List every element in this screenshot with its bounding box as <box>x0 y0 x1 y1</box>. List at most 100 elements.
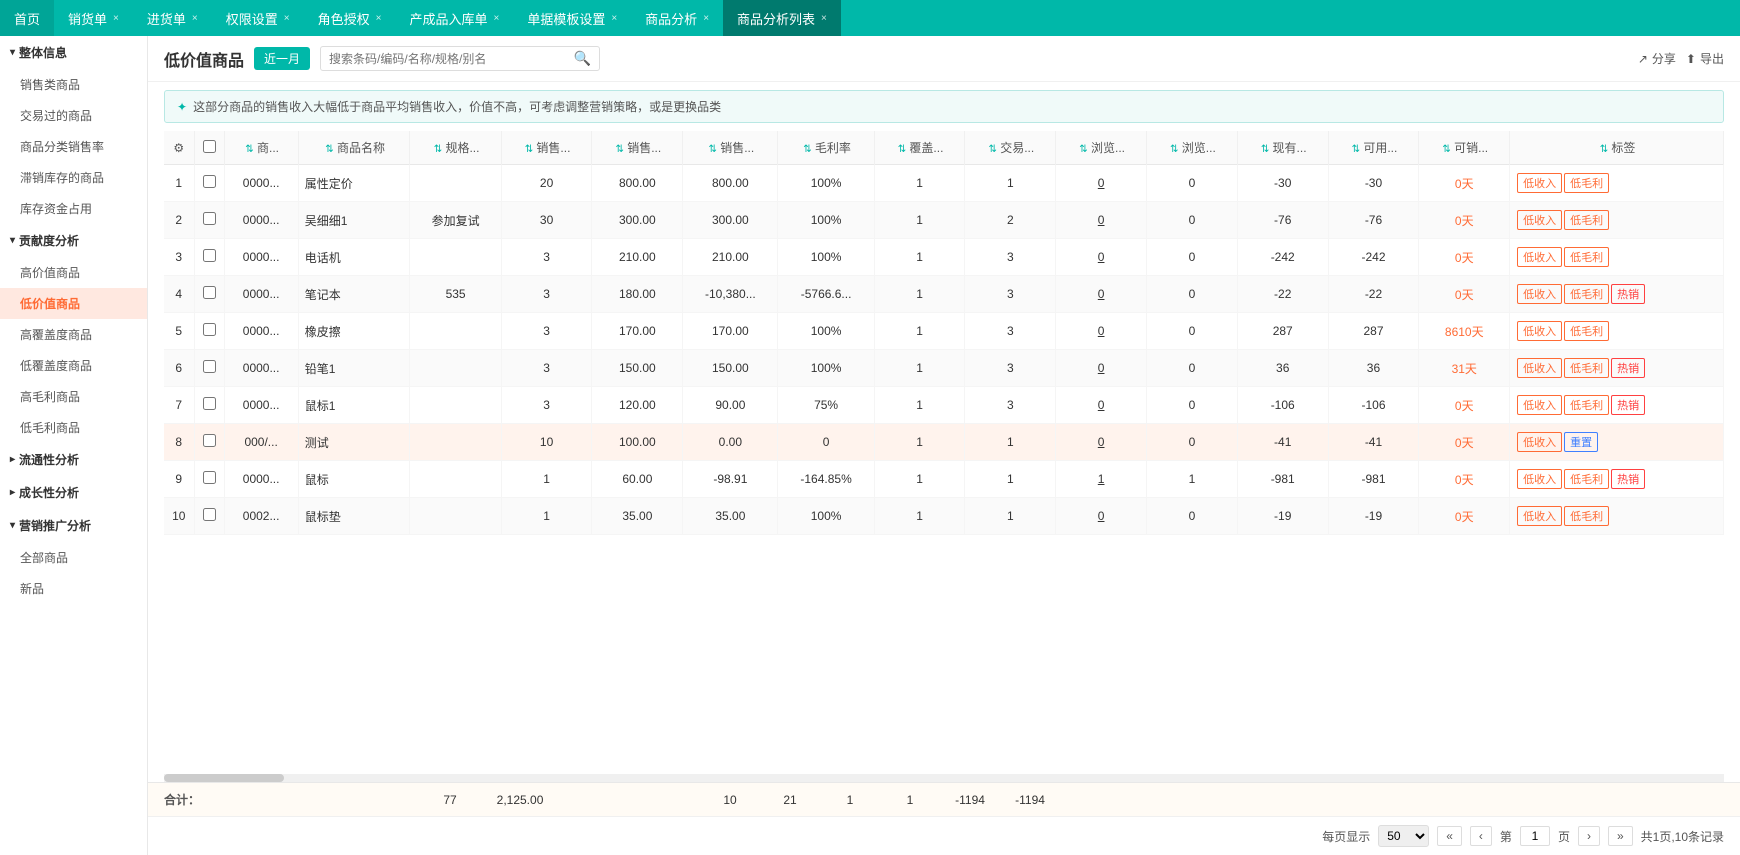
page-number-input[interactable] <box>1520 826 1550 846</box>
browse-link[interactable]: 0 <box>1098 287 1105 301</box>
col-browse2[interactable]: ⇅ 浏览... <box>1147 131 1238 165</box>
col-price[interactable]: ⇅ 销售... <box>592 131 683 165</box>
col-coverage[interactable]: ⇅ 覆盖... <box>874 131 965 165</box>
browse-link[interactable]: 0 <box>1098 509 1105 523</box>
sidebar-group-circulation[interactable]: ▸ 流通性分析 <box>0 443 147 476</box>
col-gross[interactable]: ⇅ 毛利率 <box>778 131 874 165</box>
nav-home[interactable]: 首页 <box>0 0 54 36</box>
col-name[interactable]: ⇅ 商品名称 <box>298 131 410 165</box>
close-icon[interactable]: × <box>284 13 290 24</box>
sidebar-item-traded-products[interactable]: 交易过的商品 <box>0 100 147 131</box>
nav-product-analysis[interactable]: 商品分析 × <box>631 0 723 36</box>
per-page-select[interactable]: 50 100 <box>1378 825 1429 847</box>
cell-check[interactable] <box>194 239 224 276</box>
browse-link[interactable]: 0 <box>1098 213 1105 227</box>
col-tags[interactable]: ⇅ 标签 <box>1510 131 1724 165</box>
nav-role-auth[interactable]: 角色授权 × <box>304 0 396 36</box>
export-button[interactable]: ⬆ 导出 <box>1686 50 1724 67</box>
sidebar-item-low-coverage[interactable]: 低覆盖度商品 <box>0 350 147 381</box>
last-page-button[interactable]: » <box>1608 826 1633 846</box>
close-icon[interactable]: × <box>611 13 617 24</box>
cell-browse1[interactable]: 0 <box>1056 276 1147 313</box>
cell-browse1[interactable]: 0 <box>1056 165 1147 202</box>
cell-check[interactable] <box>194 276 224 313</box>
col-stock1[interactable]: ⇅ 现有... <box>1237 131 1328 165</box>
sidebar-item-high-value[interactable]: 高价值商品 <box>0 257 147 288</box>
sidebar-collapse-button[interactable]: « <box>147 86 148 126</box>
col-trade[interactable]: ⇅ 交易... <box>965 131 1056 165</box>
browse-link[interactable]: 0 <box>1098 250 1105 264</box>
sidebar-group-overall[interactable]: ▾ 整体信息 <box>0 36 147 69</box>
cell-browse1[interactable]: 0 <box>1056 424 1147 461</box>
browse-link[interactable]: 0 <box>1098 324 1105 338</box>
cell-browse1[interactable]: 0 <box>1056 313 1147 350</box>
cell-browse1[interactable]: 0 <box>1056 239 1147 276</box>
nav-sales-order[interactable]: 销货单 × <box>54 0 133 36</box>
period-button[interactable]: 近一月 <box>254 47 310 70</box>
sidebar-item-high-margin[interactable]: 高毛利商品 <box>0 381 147 412</box>
horizontal-scrollbar[interactable] <box>164 774 1724 782</box>
sidebar-item-all-products[interactable]: 全部商品 <box>0 542 147 573</box>
row-checkbox[interactable] <box>203 249 216 262</box>
prev-page-button[interactable]: ‹ <box>1470 826 1492 846</box>
sidebar-group-growth[interactable]: ▸ 成长性分析 <box>0 476 147 509</box>
close-icon[interactable]: × <box>113 13 119 24</box>
cell-check[interactable] <box>194 350 224 387</box>
row-checkbox[interactable] <box>203 286 216 299</box>
row-checkbox[interactable] <box>203 434 216 447</box>
nav-permission[interactable]: 权限设置 × <box>212 0 304 36</box>
row-checkbox[interactable] <box>203 323 216 336</box>
browse-link[interactable]: 1 <box>1098 472 1105 486</box>
sidebar-group-marketing[interactable]: ▾ 营销推广分析 <box>0 509 147 542</box>
nav-product-storage[interactable]: 产成品入库单 × <box>395 0 513 36</box>
data-table-container[interactable]: ⚙ ⇅ 商... ⇅ 商品名称 ⇅ 规格... ⇅ 销售... ⇅ 销售... … <box>148 131 1740 774</box>
col-stock2[interactable]: ⇅ 可用... <box>1328 131 1419 165</box>
next-page-button[interactable]: › <box>1578 826 1600 846</box>
cell-browse1[interactable]: 1 <box>1056 461 1147 498</box>
col-code[interactable]: ⇅ 商... <box>224 131 298 165</box>
cell-check[interactable] <box>194 202 224 239</box>
cell-check[interactable] <box>194 387 224 424</box>
col-spec[interactable]: ⇅ 规格... <box>410 131 501 165</box>
scrollbar-thumb[interactable] <box>164 774 284 782</box>
sidebar-item-low-value[interactable]: 低价值商品 <box>0 288 147 319</box>
browse-link[interactable]: 0 <box>1098 398 1105 412</box>
close-icon[interactable]: × <box>493 13 499 24</box>
sidebar-item-high-coverage[interactable]: 高覆盖度商品 <box>0 319 147 350</box>
sidebar-item-slow-products[interactable]: 滞销库存的商品 <box>0 162 147 193</box>
search-input[interactable] <box>329 52 574 66</box>
share-button[interactable]: ↗ 分享 <box>1638 50 1676 67</box>
row-checkbox[interactable] <box>203 508 216 521</box>
col-amount[interactable]: ⇅ 销售... <box>683 131 778 165</box>
sidebar-item-new-products[interactable]: 新品 <box>0 573 147 604</box>
cell-browse1[interactable]: 0 <box>1056 202 1147 239</box>
close-icon[interactable]: × <box>192 13 198 24</box>
sidebar-item-sales-products[interactable]: 销售类商品 <box>0 69 147 100</box>
row-checkbox[interactable] <box>203 397 216 410</box>
cell-check[interactable] <box>194 498 224 535</box>
close-icon[interactable]: × <box>821 13 827 24</box>
search-icon[interactable]: 🔍 <box>574 50 591 67</box>
first-page-button[interactable]: « <box>1437 826 1462 846</box>
col-stock3[interactable]: ⇅ 可销... <box>1419 131 1510 165</box>
cell-browse1[interactable]: 0 <box>1056 498 1147 535</box>
cell-check[interactable] <box>194 461 224 498</box>
browse-link[interactable]: 0 <box>1098 176 1105 190</box>
sidebar-group-contribution[interactable]: ▾ 贡献度分析 <box>0 224 147 257</box>
cell-check[interactable] <box>194 165 224 202</box>
col-settings[interactable]: ⚙ <box>164 131 194 165</box>
row-checkbox[interactable] <box>203 212 216 225</box>
row-checkbox[interactable] <box>203 360 216 373</box>
nav-template-setting[interactable]: 单据模板设置 × <box>513 0 631 36</box>
sidebar-item-low-margin[interactable]: 低毛利商品 <box>0 412 147 443</box>
row-checkbox[interactable] <box>203 471 216 484</box>
browse-link[interactable]: 0 <box>1098 361 1105 375</box>
browse-link[interactable]: 0 <box>1098 435 1105 449</box>
nav-purchase-order[interactable]: 进货单 × <box>133 0 212 36</box>
sidebar-item-category-sales-rate[interactable]: 商品分类销售率 <box>0 131 147 162</box>
close-icon[interactable]: × <box>703 13 709 24</box>
select-all-checkbox[interactable] <box>203 140 216 153</box>
cell-browse1[interactable]: 0 <box>1056 350 1147 387</box>
cell-browse1[interactable]: 0 <box>1056 387 1147 424</box>
nav-product-analysis-list[interactable]: 商品分析列表 × <box>723 0 841 36</box>
